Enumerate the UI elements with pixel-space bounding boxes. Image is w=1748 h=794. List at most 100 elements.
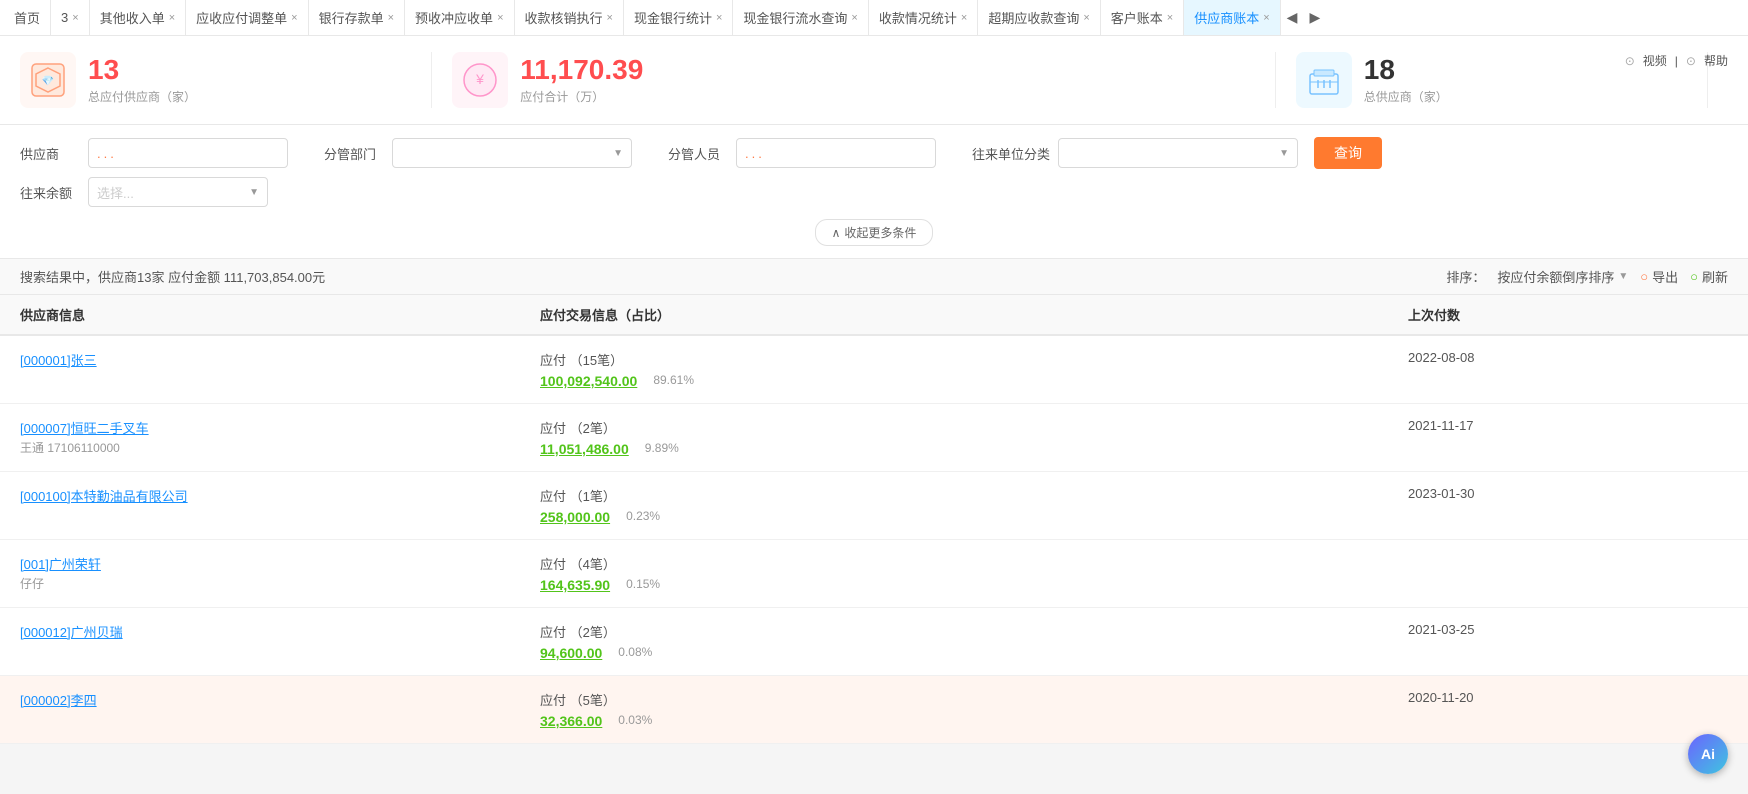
collapse-button[interactable]: ∧ 收起更多条件 [815,219,934,246]
nav-tab-customer-account[interactable]: 客户账本 × [1101,0,1184,36]
nav-tab-overdue[interactable]: 超期应收款查询 × [978,0,1100,36]
last-pay-date-2: 2023-01-30 [1408,486,1475,501]
receipt-verify-close[interactable]: × [607,12,613,24]
person-filter-label: 分管人员 [668,144,728,163]
ap-adjust-close[interactable]: × [291,12,297,24]
filter-item-person: 分管人员 ... [668,138,936,168]
nav-tab-cash-bank-stat[interactable]: 现金银行统计 × [624,0,733,36]
nav-tab-receipt-stat[interactable]: 收款情况统计 × [869,0,978,36]
payable-label-row-4: 应付 （2笔） [540,622,1408,641]
nav-tab-other-income[interactable]: 其他收入单 × [90,0,186,36]
refresh-button[interactable]: ○ 刷新 [1690,267,1728,286]
search-button[interactable]: 查询 [1314,137,1382,169]
sort-select[interactable]: 按应付余额倒序排序 ▼ [1497,267,1628,286]
refresh-label: 刷新 [1702,267,1728,286]
supplier-account-close[interactable]: × [1263,12,1269,24]
supplier-input[interactable]: ... [88,138,288,168]
supplier-link-0[interactable]: [000001]张三 [20,353,97,368]
cash-bank-stat-close[interactable]: × [716,12,722,24]
payable-count-5: （5笔） [570,693,616,708]
payable-label-2: 应付 [540,489,566,504]
bank-deposit-label: 银行存款单 [319,8,384,27]
payable-total-label: 应付合计（万） [520,88,643,105]
payable-amount-1[interactable]: 11,051,486.00 [540,441,629,457]
payable-amount-4[interactable]: 94,600.00 [540,645,602,661]
col-last-pay: 上次付数 [1408,305,1728,324]
supplier-link-3[interactable]: [001]广州荣轩 [20,557,101,572]
video-link[interactable]: 视频 [1643,52,1667,69]
ap-adjust-label: 应收应付调整单 [196,8,287,27]
result-summary: 搜索结果中，供应商13家 应付金额 111,703,854.00元 [20,267,325,286]
supplier-link-1[interactable]: [000007]恒旺二手叉车 [20,421,149,436]
supplier-link-4[interactable]: [000012]广州贝瑞 [20,625,123,640]
customer-account-close[interactable]: × [1167,12,1173,24]
dept-arrow-icon: ▼ [613,148,623,159]
overdue-close[interactable]: × [1083,12,1089,24]
nav-tab-cash-bank-flow[interactable]: 现金银行流水查询 × [733,0,868,36]
supplier-cell-5: [000002]李四 [20,690,540,709]
nav-tab-home[interactable]: 首页 [4,0,51,36]
other-income-label: 其他收入单 [100,8,165,27]
sort-value: 按应付余额倒序排序 [1497,267,1614,286]
export-button[interactable]: ○ 导出 [1640,267,1678,286]
collapse-bar: ∧ 收起更多条件 [20,215,1728,250]
table-header: 供应商信息 应付交易信息（占比） 上次付数 [0,295,1748,336]
supplier-link-5[interactable]: [000002]李四 [20,693,97,708]
svg-text:¥: ¥ [475,71,484,87]
payable-cell-1: 应付 （2笔） 11,051,486.00 9.89% [540,418,1408,457]
payable-cell-2: 应付 （1笔） 258,000.00 0.23% [540,486,1408,525]
nav-prev-arrow[interactable]: ◀ [1281,0,1304,36]
payable-amount-row-0: 100,092,540.00 89.61% [540,371,1408,389]
help-link[interactable]: 帮助 [1704,52,1728,69]
other-income-close[interactable]: × [169,12,175,24]
filter-area: 供应商 ... 分管部门 ▼ 分管人员 ... 往来单位分类 ▼ [0,125,1748,259]
payable-amount-row-4: 94,600.00 0.08% [540,643,1408,661]
receipt-stat-close[interactable]: × [961,12,967,24]
payable-count-4: （2笔） [570,625,616,640]
supplier-cell-2: [000100]本特勤油品有限公司 [20,486,540,505]
supplier-cell-4: [000012]广州贝瑞 [20,622,540,641]
nav-tab-supplier-account[interactable]: 供应商账本 × [1184,0,1280,36]
last-pay-date-4: 2021-03-25 [1408,622,1475,637]
payable-amount-3[interactable]: 164,635.90 [540,577,610,593]
nav-tab-receipt-verify[interactable]: 收款核销执行 × [515,0,624,36]
payable-amount-5[interactable]: 32,366.00 [540,713,602,729]
balance-select[interactable]: 选择... ▼ [88,177,268,207]
payable-percent-3: 0.15% [626,577,660,591]
nav-next-arrow[interactable]: ▶ [1303,0,1326,36]
nav-tab-bank-deposit[interactable]: 银行存款单 × [309,0,405,36]
payable-percent-1: 9.89% [645,441,679,455]
sort-label-prefix: 排序： [1446,267,1485,286]
payable-amount-0[interactable]: 100,092,540.00 [540,373,637,389]
tab3-close[interactable]: × [72,12,78,24]
last-pay-cell-2: 2023-01-30 [1408,486,1728,501]
ai-badge[interactable]: Ai [1688,734,1728,774]
prepay-close[interactable]: × [497,12,503,24]
prepay-label: 预收冲应收单 [415,8,493,27]
top-navigation: 首页 3 × 其他收入单 × 应收应付调整单 × 银行存款单 × 预收冲应收单 … [0,0,1748,36]
header-links: ⊙ 视频 | ⊙ 帮助 [1625,52,1728,69]
nav-tab-3[interactable]: 3 × [51,0,90,36]
payable-amount-2[interactable]: 258,000.00 [540,509,610,525]
supplier-link-2[interactable]: [000100]本特勤油品有限公司 [20,489,188,504]
nav-tab-ap-adjust[interactable]: 应收应付调整单 × [186,0,308,36]
toolbar-actions: 排序： 按应付余额倒序排序 ▼ ○ 导出 ○ 刷新 [1446,267,1728,286]
payable-label-5: 应付 [540,693,566,708]
person-input[interactable]: ... [736,138,936,168]
dept-select[interactable]: ▼ [392,138,632,168]
category-select[interactable]: ▼ [1058,138,1298,168]
supplier-count: 13 [88,56,196,84]
bank-deposit-close[interactable]: × [388,12,394,24]
last-pay-cell-4: 2021-03-25 [1408,622,1728,637]
cash-bank-flow-close[interactable]: × [851,12,857,24]
refresh-circle-icon: ○ [1690,269,1698,284]
circle-icon: ⊙ [1625,54,1635,68]
export-circle-icon: ○ [1640,269,1648,284]
supplier-table: 供应商信息 应付交易信息（占比） 上次付数 [000001]张三 应付 （15笔… [0,295,1748,744]
payable-cell-3: 应付 （4笔） 164,635.90 0.15% [540,554,1408,593]
balance-arrow-icon: ▼ [249,187,259,198]
last-pay-date-1: 2021-11-17 [1408,418,1474,433]
svg-text:💎: 💎 [42,75,54,87]
stat-block-suppliers: 💎 13 总应付供应商（家） [20,52,432,108]
nav-tab-prepay[interactable]: 预收冲应收单 × [405,0,514,36]
